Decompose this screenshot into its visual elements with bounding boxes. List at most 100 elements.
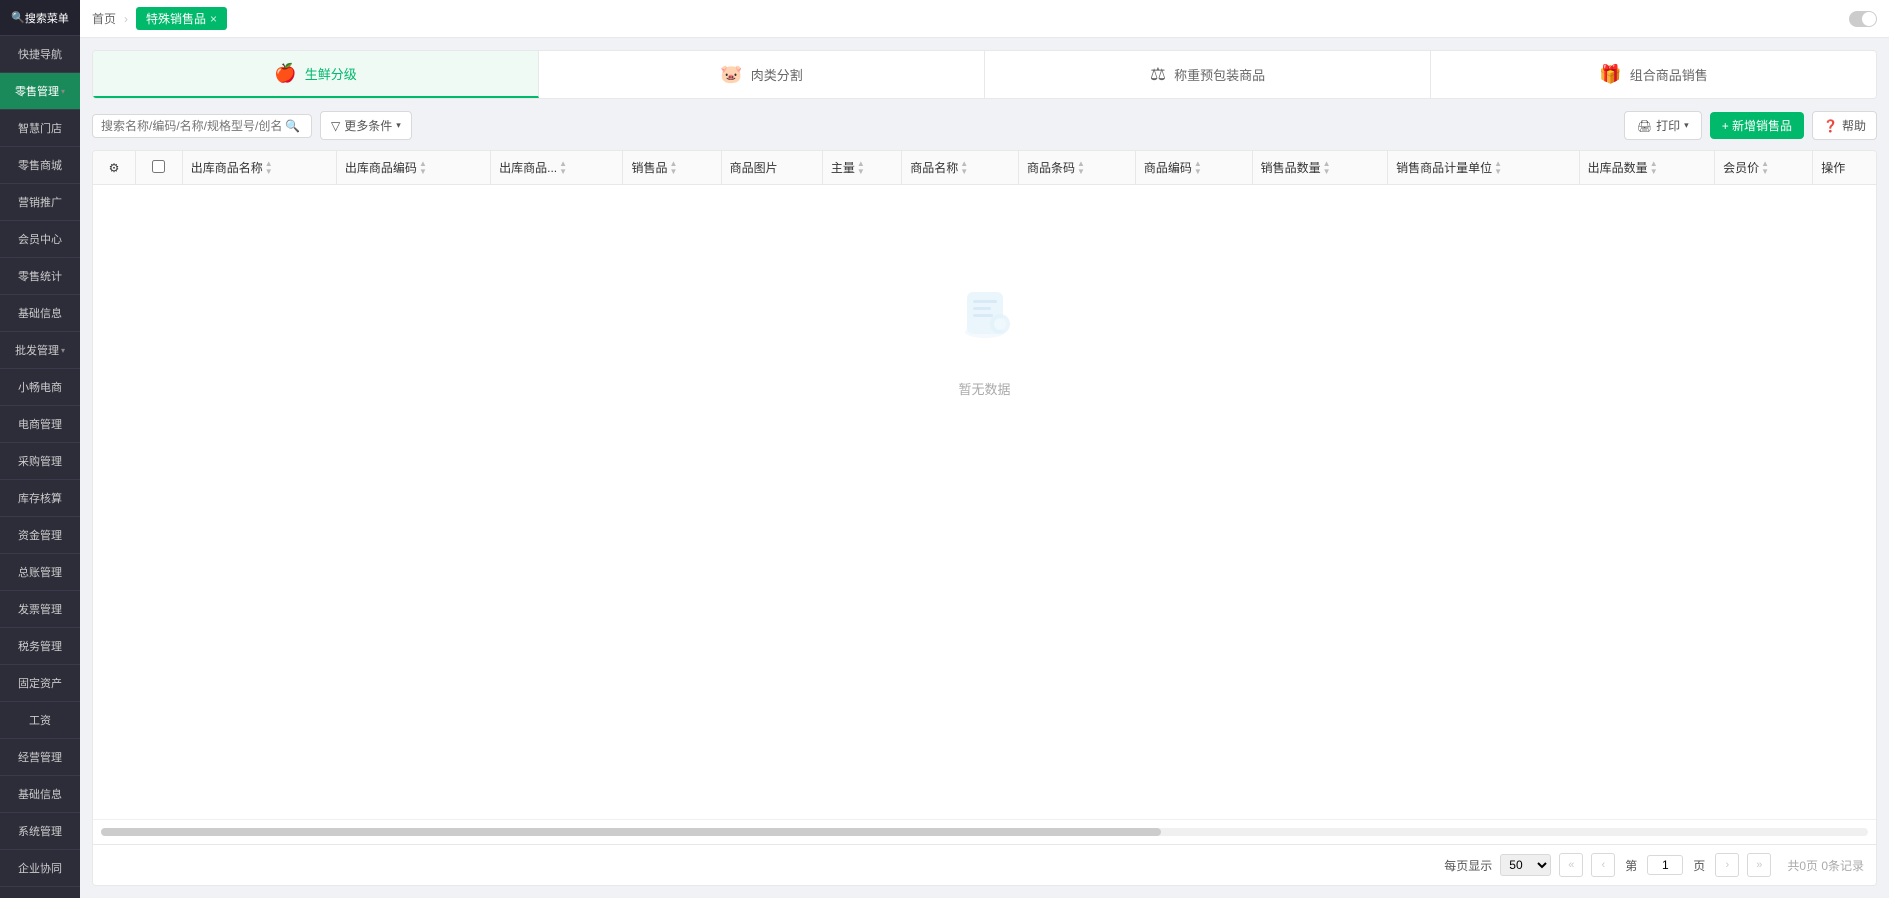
th-settings[interactable]: ⚙ xyxy=(93,151,135,185)
prev-page-button[interactable]: ‹ xyxy=(1591,853,1615,877)
scrollbar-thumb[interactable] xyxy=(101,828,1161,836)
sidebar-item-sales-promo[interactable]: 营销推广 xyxy=(0,184,80,221)
sort-arrows2[interactable]: ▲▼ xyxy=(419,160,427,176)
sidebar-item-finance-mgmt[interactable]: 资金管理 xyxy=(0,517,80,554)
sidebar-item-retail-mall[interactable]: 零售商城 xyxy=(0,147,80,184)
sidebar-item-inventory[interactable]: 库存核算 xyxy=(0,480,80,517)
page-word: 第 xyxy=(1625,857,1637,874)
sidebar-item-retail-stats[interactable]: 零售统计 xyxy=(0,258,80,295)
tab-combo-sales[interactable]: 🎁 组合商品销售 xyxy=(1431,51,1876,98)
search-icon: 🔍 xyxy=(11,11,25,24)
sidebar-item-wages[interactable]: 工资 xyxy=(0,702,80,739)
table-wrap: ⚙ 出库商品名称 ▲▼ xyxy=(93,151,1876,819)
filter-button[interactable]: ▽ 更多条件 ▾ xyxy=(320,111,412,140)
sidebar-item-retail-mgmt[interactable]: 零售管理 ▾ xyxy=(0,73,80,110)
sort-arrows11[interactable]: ▲▼ xyxy=(1650,160,1658,176)
sidebar-item-invoice-mgmt[interactable]: 发票管理 xyxy=(0,591,80,628)
sidebar-item-purchase-mgmt[interactable]: 采购管理 xyxy=(0,443,80,480)
sidebar-item-quick-nav[interactable]: 快捷导航 xyxy=(0,36,80,73)
sidebar-item-basic-info2[interactable]: 基础信息 xyxy=(0,776,80,813)
data-table: ⚙ 出库商品名称 ▲▼ xyxy=(93,151,1876,485)
empty-icon xyxy=(945,272,1025,367)
toggle-circle xyxy=(1862,12,1876,26)
main-area: 首页 › 特殊销售品 × 🍎 生鲜分级 🐷 肉类分割 ⚖ 称重预包装商 xyxy=(80,0,1889,898)
sidebar-item-ops-mgmt[interactable]: 经营管理 xyxy=(0,739,80,776)
tab-fresh-grade[interactable]: 🍎 生鲜分级 xyxy=(93,51,539,98)
sidebar-item-smart-store[interactable]: 智慧门店 xyxy=(0,110,80,147)
print-label: 打印 xyxy=(1656,117,1680,134)
th-sales-unit: 销售商品计量单位 ▲▼ xyxy=(1388,151,1580,185)
th-product-image: 商品图片 xyxy=(721,151,822,185)
help-label: 帮助 xyxy=(1842,117,1866,134)
home-link[interactable]: 首页 xyxy=(92,10,116,27)
search-box[interactable]: 🔍 xyxy=(92,114,312,138)
empty-state: 暂无数据 xyxy=(93,212,1876,458)
sidebar-item-ledger-mgmt[interactable]: 总账管理 xyxy=(0,554,80,591)
scrollbar-track[interactable] xyxy=(101,828,1868,836)
sidebar-item-tax-mgmt[interactable]: 税务管理 xyxy=(0,628,80,665)
tab-weight-prepack[interactable]: ⚖ 称重预包装商品 xyxy=(985,51,1431,98)
th-checkbox[interactable] xyxy=(135,151,182,185)
empty-row: 暂无数据 xyxy=(93,185,1876,485)
th-sales-qty: 销售品数量 ▲▼ xyxy=(1252,151,1387,185)
sort-arrows9[interactable]: ▲▼ xyxy=(1323,160,1331,176)
sort-arrows10[interactable]: ▲▼ xyxy=(1494,160,1502,176)
sort-arrows8[interactable]: ▲▼ xyxy=(1194,160,1202,176)
add-sales-button[interactable]: + 新增销售品 xyxy=(1710,112,1804,139)
sort-arrows7[interactable]: ▲▼ xyxy=(1077,160,1085,176)
next-page-button[interactable]: › xyxy=(1715,853,1739,877)
search-icon[interactable]: 🔍 xyxy=(285,119,300,133)
sort-arrows4[interactable]: ▲▼ xyxy=(670,160,678,176)
sidebar-item-wholesale-mgmt[interactable]: 批发管理 ▾ xyxy=(0,332,80,369)
empty-text: 暂无数据 xyxy=(958,379,1010,398)
top-right xyxy=(1849,11,1877,27)
add-sales-label: + 新增销售品 xyxy=(1722,117,1792,134)
toolbar: 🔍 ▽ 更多条件 ▾ 🖨 打印 ▾ + 新增销售品 ❓ 帮助 xyxy=(92,111,1877,140)
sidebar-item-member-center[interactable]: 会员中心 xyxy=(0,221,80,258)
chevron-down-icon3: ▾ xyxy=(1684,120,1689,131)
sort-arrows3[interactable]: ▲▼ xyxy=(559,160,567,176)
toolbar-right: 🖨 打印 ▾ + 新增销售品 ❓ 帮助 xyxy=(1624,111,1877,140)
sidebar-search[interactable]: 🔍 搜索菜单 xyxy=(0,0,80,36)
th-out-product-abbr: 出库商品... ▲▼ xyxy=(491,151,623,185)
chevron-down-icon: ▾ xyxy=(396,120,401,131)
select-all-checkbox[interactable] xyxy=(152,160,165,173)
fresh-grade-icon: 🍎 xyxy=(274,63,296,84)
help-icon: ❓ xyxy=(1823,119,1838,133)
content-area: 🍎 生鲜分级 🐷 肉类分割 ⚖ 称重预包装商品 🎁 组合商品销售 🔍 xyxy=(80,38,1889,898)
tab-meat-cut[interactable]: 🐷 肉类分割 xyxy=(539,51,985,98)
page-size-select[interactable]: 50 10 20 100 xyxy=(1500,854,1551,876)
settings-icon: ⚙ xyxy=(109,161,120,175)
help-button[interactable]: ❓ 帮助 xyxy=(1812,111,1877,140)
sidebar-item-system-mgmt[interactable]: 系统管理 xyxy=(0,813,80,850)
toggle-button[interactable] xyxy=(1849,11,1877,27)
total-text: 共0页 0条记录 xyxy=(1787,857,1864,874)
sidebar-item-basic-info[interactable]: 基础信息 xyxy=(0,295,80,332)
close-icon[interactable]: × xyxy=(210,12,217,26)
sidebar-search-label: 搜索菜单 xyxy=(25,10,69,26)
sort-arrows[interactable]: ▲▼ xyxy=(265,160,273,176)
current-tab-tag[interactable]: 特殊销售品 × xyxy=(136,7,227,30)
chevron-down-icon2: ▾ xyxy=(61,346,65,355)
page-size-label: 每页显示 xyxy=(1444,857,1492,874)
th-member-price: 会员价 ▲▼ xyxy=(1715,151,1813,185)
page-input[interactable] xyxy=(1647,855,1683,875)
tab-combo-sales-label: 组合商品销售 xyxy=(1630,65,1708,84)
horizontal-scrollbar[interactable] xyxy=(93,819,1876,844)
sort-arrows12[interactable]: ▲▼ xyxy=(1761,160,1769,176)
pagination: 每页显示 50 10 20 100 « ‹ 第 页 › xyxy=(93,844,1876,885)
last-page-button[interactable]: » xyxy=(1747,853,1771,877)
sidebar-item-fixed-assets[interactable]: 固定资产 xyxy=(0,665,80,702)
sort-arrows5[interactable]: ▲▼ xyxy=(857,160,865,176)
table-container: ⚙ 出库商品名称 ▲▼ xyxy=(92,150,1877,886)
sidebar-item-ecom-mgmt[interactable]: 电商管理 xyxy=(0,406,80,443)
sidebar-item-enterprise[interactable]: 企业协同 xyxy=(0,850,80,887)
sidebar-item-new-guide[interactable]: 新手引导 xyxy=(0,887,80,898)
sort-arrows6[interactable]: ▲▼ xyxy=(960,160,968,176)
search-input[interactable] xyxy=(101,119,281,133)
page-unit: 页 xyxy=(1693,857,1705,874)
first-page-button[interactable]: « xyxy=(1559,853,1583,877)
print-button[interactable]: 🖨 打印 ▾ xyxy=(1624,111,1702,140)
sidebar-item-mini-ecom[interactable]: 小畅电商 xyxy=(0,369,80,406)
breadcrumb-separator: › xyxy=(124,12,128,26)
